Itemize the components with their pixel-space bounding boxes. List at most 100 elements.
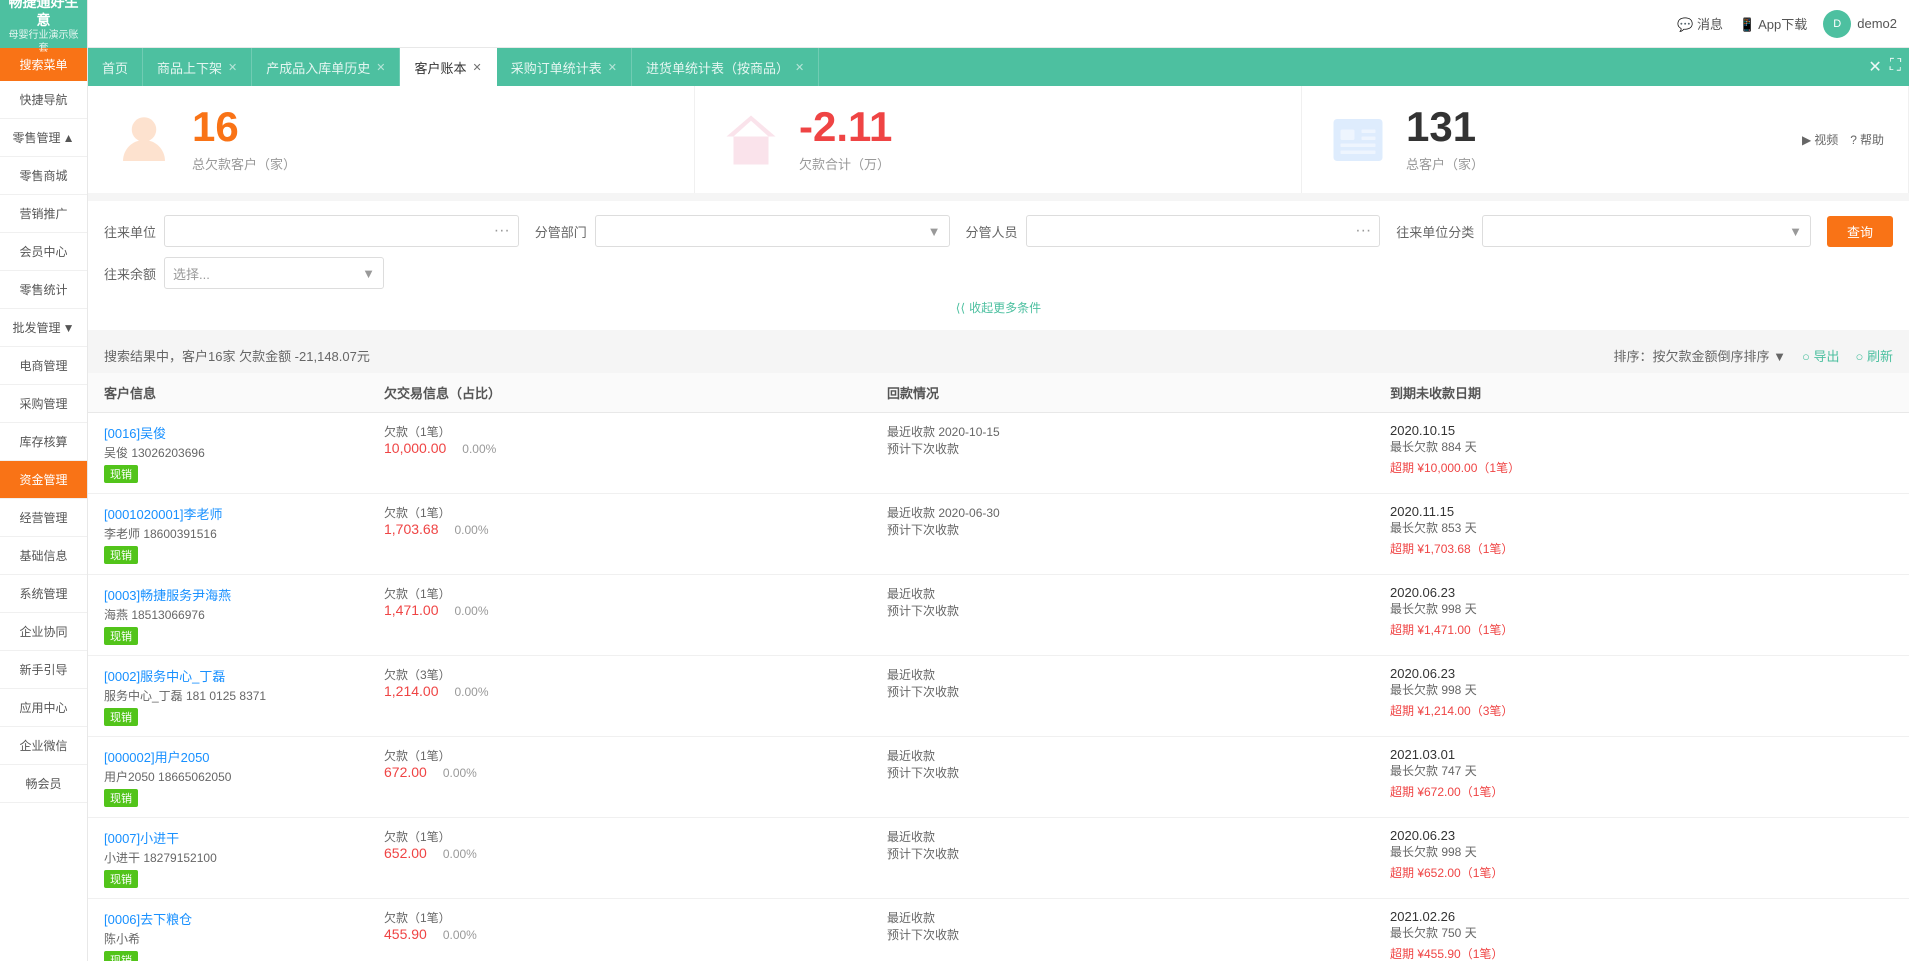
owed-info-6: 欠款（1笔） 652.00 0.00%	[384, 828, 887, 861]
owed-amount-2: 1,703.68	[384, 521, 439, 537]
overdue-link-6[interactable]: 超期 ¥652.00（1笔）	[1390, 864, 1893, 881]
avatar: D	[1823, 10, 1851, 38]
owed-amount-4: 1,214.00	[384, 683, 439, 699]
owed-customers-icon	[112, 108, 176, 172]
app-subtitle: 母婴行业演示账套	[6, 29, 81, 55]
sidebar-item-app-center[interactable]: 应用中心	[0, 689, 87, 727]
message-btn[interactable]: 💬 消息	[1677, 14, 1723, 33]
table-row: [0007]小进干 小进干 18279152100 现销 欠款（1笔） 652.…	[88, 818, 1909, 899]
sidebar-item-wechat[interactable]: 企业微信	[0, 727, 87, 765]
sidebar-item-finance[interactable]: 资金管理	[0, 461, 87, 499]
balance-dropdown-icon: ▼	[362, 266, 375, 281]
stat-label-owed-customers: 总欠款客户（家）	[192, 154, 296, 173]
help-icon: ?	[1850, 133, 1857, 147]
unit-category-dropdown-icon: ▼	[1789, 224, 1802, 239]
refresh-btn[interactable]: ○ 刷新	[1856, 346, 1894, 365]
sidebar-item-retail-mgmt[interactable]: 零售管理 ▲	[0, 119, 87, 157]
manager-input[interactable]: ···	[1026, 215, 1381, 247]
tab-home[interactable]: 首页	[88, 48, 143, 86]
customer-id-3[interactable]: [0003]畅捷服务尹海燕	[104, 585, 384, 604]
due-date-info-6: 2020.06.23 最长欠款 998 天 超期 ¥652.00（1笔）	[1390, 828, 1893, 881]
overdue-link-2[interactable]: 超期 ¥1,703.68（1笔）	[1390, 540, 1893, 557]
tab-close-purchase-stats[interactable]: ✕	[608, 61, 617, 74]
customer-tag-4: 现销	[104, 708, 138, 726]
export-btn[interactable]: ○ 导出	[1802, 346, 1840, 365]
app-download-btn[interactable]: 📱 App下载	[1739, 14, 1807, 33]
search-button[interactable]: 查询	[1827, 216, 1893, 247]
sort-selector[interactable]: 排序：按欠款金额倒序排序 ▼	[1613, 346, 1786, 365]
customer-info-7: [0006]去下粮仓 陈小希 现销	[104, 909, 384, 961]
collapse-icon: ⟨⟨	[956, 301, 965, 315]
customer-id-7[interactable]: [0006]去下粮仓	[104, 909, 384, 928]
customer-id-5[interactable]: [000002]用户2050	[104, 747, 384, 766]
balance-select[interactable]: 选择... ▼	[164, 257, 384, 289]
customer-info-4: [0002]服务中心_丁磊 服务中心_丁磊 181 0125 8371 现销	[104, 666, 384, 726]
user-profile[interactable]: D demo2	[1823, 10, 1897, 38]
overdue-link-1[interactable]: 超期 ¥10,000.00（1笔）	[1390, 459, 1893, 476]
close-all-tabs-btn[interactable]: ✕	[1868, 57, 1881, 77]
from-unit-input[interactable]: ···	[164, 215, 519, 247]
overdue-link-4[interactable]: 超期 ¥1,214.00（3笔）	[1390, 702, 1893, 719]
dept-select[interactable]: ▼	[595, 215, 950, 247]
payback-info-4: 最近收款 预计下次收款	[887, 666, 1390, 700]
table-row: [0001020001]李老师 李老师 18600391516 现销 欠款（1笔…	[88, 494, 1909, 575]
tab-close-goods[interactable]: ✕	[228, 61, 237, 74]
tab-product-history[interactable]: 产成品入库单历史 ✕	[252, 48, 400, 86]
maximize-btn[interactable]: ⛶	[1890, 57, 1901, 77]
sidebar-item-ecommerce[interactable]: 电商管理	[0, 347, 87, 385]
sidebar-item-basic-info[interactable]: 基础信息	[0, 537, 87, 575]
total-owed-icon	[719, 108, 783, 172]
sort-dropdown-icon: ▼	[1773, 349, 1786, 364]
sidebar-item-retail-stats[interactable]: 零售统计	[0, 271, 87, 309]
sidebar-item-purchase-mgmt[interactable]: 采购管理	[0, 385, 87, 423]
sidebar-item-quick-nav[interactable]: 快捷导航	[0, 81, 87, 119]
stat-card-actions: ▶视频 ?帮助	[1802, 131, 1884, 148]
table-header: 客户信息 欠交易信息（占比） 回款情况 到期未收款日期	[88, 373, 1909, 413]
filter-dept: 分管部门 ▼	[535, 215, 950, 247]
sidebar-item-guide[interactable]: 新手引导	[0, 651, 87, 689]
tab-close-customer-book[interactable]: ✕	[473, 61, 482, 74]
tabs-end-actions: ✕ ⛶	[1868, 57, 1909, 77]
overdue-link-5[interactable]: 超期 ¥672.00（1笔）	[1390, 783, 1893, 800]
tab-close-product-history[interactable]: ✕	[376, 61, 385, 74]
filters-panel: 往来单位 ··· 分管部门 ▼ 分管人员	[88, 201, 1909, 330]
overdue-link-3[interactable]: 超期 ¥1,471.00（1笔）	[1390, 621, 1893, 638]
sidebar-item-inventory[interactable]: 库存核算	[0, 423, 87, 461]
sidebar-item-operations[interactable]: 经营管理	[0, 499, 87, 537]
owed-amount-3: 1,471.00	[384, 602, 439, 618]
tab-purchase-stats[interactable]: 采购订单统计表 ✕	[497, 48, 632, 86]
filter-row-2: 往来余额 选择... ▼	[104, 257, 1893, 289]
customer-id-6[interactable]: [0007]小进干	[104, 828, 384, 847]
payback-info-6: 最近收款 预计下次收款	[887, 828, 1390, 862]
video-btn[interactable]: ▶视频	[1802, 131, 1838, 148]
collapse-button[interactable]: ⟨⟨ 收起更多条件	[956, 299, 1041, 316]
col-header-customer: 客户信息	[104, 383, 384, 402]
help-btn[interactable]: ?帮助	[1850, 131, 1884, 148]
tab-stock-stats[interactable]: 进货单统计表（按商品） ✕	[632, 48, 819, 86]
table-row: [0002]服务中心_丁磊 服务中心_丁磊 181 0125 8371 现销 欠…	[88, 656, 1909, 737]
customer-tag-1: 现销	[104, 465, 138, 483]
sidebar-item-wholesale-mgmt[interactable]: 批发管理 ▼	[0, 309, 87, 347]
due-date-info-3: 2020.06.23 最长欠款 998 天 超期 ¥1,471.00（1笔）	[1390, 585, 1893, 638]
overdue-link-7[interactable]: 超期 ¥455.90（1笔）	[1390, 945, 1893, 961]
sidebar-item-member-center[interactable]: 会员中心	[0, 233, 87, 271]
customer-id-2[interactable]: [0001020001]李老师	[104, 504, 384, 523]
tab-close-stock-stats[interactable]: ✕	[795, 61, 804, 74]
tab-customer-book[interactable]: 客户账本 ✕	[400, 48, 496, 86]
customer-id-1[interactable]: [0016]吴俊	[104, 423, 384, 442]
results-summary: 搜索结果中，客户16家 欠款金额 -21,148.07元	[104, 346, 370, 365]
sidebar-item-enterprise[interactable]: 企业协同	[0, 613, 87, 651]
manager-dots-icon: ···	[1355, 222, 1371, 240]
customer-info-2: [0001020001]李老师 李老师 18600391516 现销	[104, 504, 384, 564]
sidebar-item-retail-store[interactable]: 零售商城	[0, 157, 87, 195]
sidebar-item-chang-member[interactable]: 畅会员	[0, 765, 87, 803]
unit-category-select[interactable]: ▼	[1482, 215, 1811, 247]
owed-info-1: 欠款（1笔） 10,000.00 0.00%	[384, 423, 887, 456]
owed-amount-6: 652.00	[384, 845, 427, 861]
customer-id-4[interactable]: [0002]服务中心_丁磊	[104, 666, 384, 685]
customer-tag-5: 现销	[104, 789, 138, 807]
sidebar-item-marketing[interactable]: 营销推广	[0, 195, 87, 233]
sidebar-item-system-mgmt[interactable]: 系统管理	[0, 575, 87, 613]
tab-goods[interactable]: 商品上下架 ✕	[143, 48, 252, 86]
filter-balance: 往来余额 选择... ▼	[104, 257, 384, 289]
